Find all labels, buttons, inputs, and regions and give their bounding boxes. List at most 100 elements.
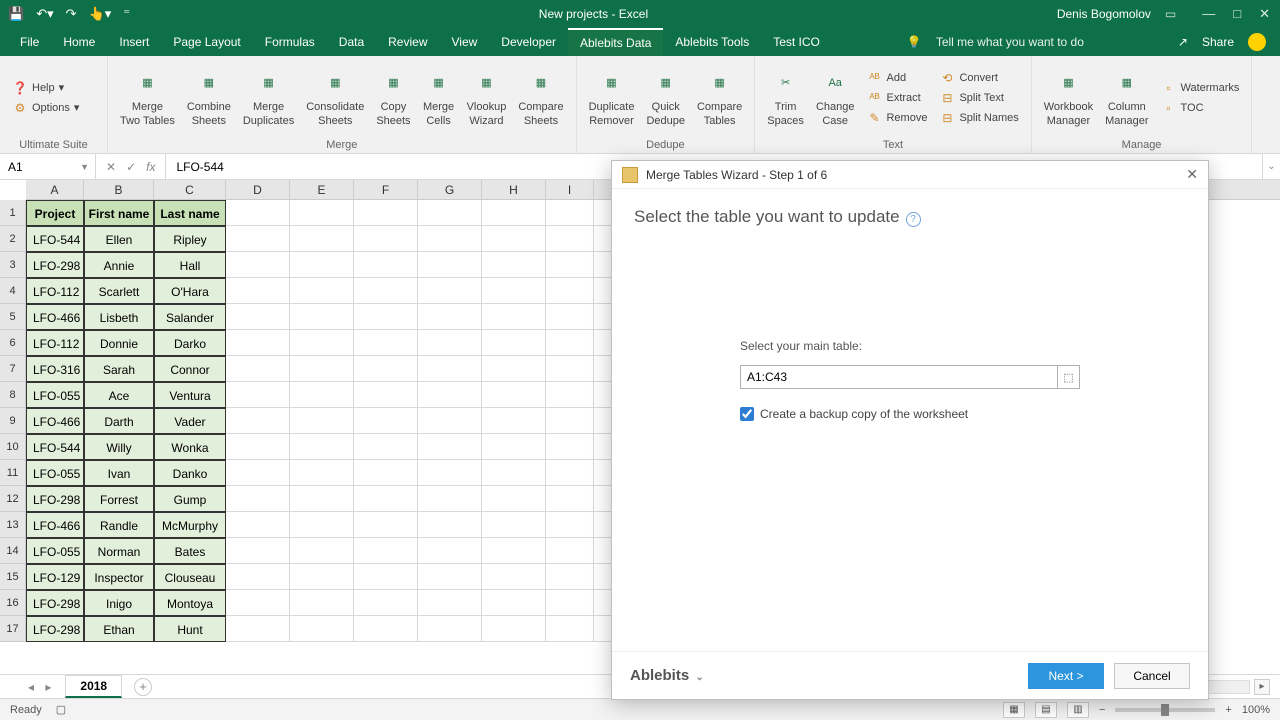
row-header[interactable]: 6 (0, 330, 26, 356)
redo-icon[interactable]: ↷ (66, 6, 77, 22)
row-header[interactable]: 14 (0, 538, 26, 564)
zoom-out-button[interactable]: − (1099, 704, 1105, 716)
cell[interactable]: Forrest (84, 486, 154, 512)
cell-empty[interactable] (226, 382, 290, 408)
cell-empty[interactable] (418, 304, 482, 330)
main-table-range-input[interactable] (740, 365, 1058, 389)
cell-empty[interactable] (546, 226, 594, 252)
cell-empty[interactable] (482, 226, 546, 252)
zoom-in-button[interactable]: + (1225, 704, 1231, 716)
cell[interactable]: Norman (84, 538, 154, 564)
column-header-B[interactable]: B (84, 180, 154, 199)
cell[interactable]: Willy (84, 434, 154, 460)
row-header[interactable]: 16 (0, 590, 26, 616)
touch-mode-icon[interactable]: 👆▾ (89, 6, 112, 22)
cell-empty[interactable] (226, 278, 290, 304)
consolidate-button[interactable]: ▦Consolidate Sheets (300, 65, 370, 129)
cell[interactable]: Montoya (154, 590, 226, 616)
cell-empty[interactable] (226, 512, 290, 538)
cell[interactable]: LFO-544 (26, 226, 84, 252)
cell-empty[interactable] (482, 486, 546, 512)
cell-empty[interactable] (418, 564, 482, 590)
tab-formulas[interactable]: Formulas (253, 28, 327, 56)
cell-empty[interactable] (226, 304, 290, 330)
cell[interactable]: Wonka (154, 434, 226, 460)
cell[interactable]: Scarlett (84, 278, 154, 304)
cell[interactable]: LFO-466 (26, 304, 84, 330)
cell-empty[interactable] (418, 486, 482, 512)
cell[interactable]: LFO-112 (26, 278, 84, 304)
cell-empty[interactable] (354, 564, 418, 590)
cell-empty[interactable] (354, 356, 418, 382)
enter-formula-icon[interactable]: ✓ (126, 160, 136, 174)
cell-empty[interactable] (226, 564, 290, 590)
cell-empty[interactable] (290, 434, 354, 460)
vlookup-button[interactable]: ▦Vlookup Wizard (461, 65, 513, 129)
cell-empty[interactable] (290, 460, 354, 486)
add-button[interactable]: ᴬᴮAdd (866, 70, 927, 86)
cell-empty[interactable] (354, 304, 418, 330)
cell[interactable]: LFO-544 (26, 434, 84, 460)
column-header-G[interactable]: G (418, 180, 482, 199)
quick-button[interactable]: ▦Quick Dedupe (640, 65, 691, 129)
cell-empty[interactable] (418, 226, 482, 252)
range-picker-icon[interactable]: ⬚ (1058, 365, 1080, 389)
cell-empty[interactable] (418, 278, 482, 304)
cell[interactable]: Salander (154, 304, 226, 330)
tab-test-ico[interactable]: Test ICO (761, 28, 832, 56)
combine-button[interactable]: ▦Combine Sheets (181, 65, 237, 129)
cell[interactable]: LFO-466 (26, 512, 84, 538)
cell[interactable]: Randle (84, 512, 154, 538)
minimize-icon[interactable]: — (1202, 6, 1215, 22)
cell-empty[interactable] (354, 408, 418, 434)
cell-empty[interactable] (226, 616, 290, 642)
tab-data[interactable]: Data (327, 28, 376, 56)
cell-empty[interactable] (290, 330, 354, 356)
cell-empty[interactable] (482, 564, 546, 590)
ablebits-brand[interactable]: Ablebits ⌄ (630, 667, 704, 684)
row-header[interactable]: 15 (0, 564, 26, 590)
cell-empty[interactable] (482, 304, 546, 330)
cell-empty[interactable] (290, 252, 354, 278)
column-header-F[interactable]: F (354, 180, 418, 199)
backup-checkbox[interactable]: Create a backup copy of the worksheet (740, 407, 1186, 421)
cell-empty[interactable] (482, 278, 546, 304)
user-name[interactable]: Denis Bogomolov (1057, 7, 1151, 21)
duplicate-button[interactable]: ▦Duplicate Remover (583, 65, 641, 129)
dialog-close-icon[interactable]: ✕ (1186, 166, 1198, 183)
remove-button[interactable]: ✎Remove (866, 110, 927, 126)
cell-empty[interactable] (546, 616, 594, 642)
cell[interactable]: Gump (154, 486, 226, 512)
cell-empty[interactable] (354, 512, 418, 538)
cell-empty[interactable] (354, 278, 418, 304)
cell[interactable]: LFO-298 (26, 616, 84, 642)
row-header[interactable]: 12 (0, 486, 26, 512)
tab-home[interactable]: Home (51, 28, 107, 56)
cell-empty[interactable] (290, 486, 354, 512)
cell-empty[interactable] (290, 564, 354, 590)
convert-button[interactable]: ⟲Convert (939, 70, 1018, 86)
cell-empty[interactable] (482, 382, 546, 408)
cell-empty[interactable] (546, 460, 594, 486)
cell-empty[interactable] (546, 200, 594, 226)
cell[interactable]: Connor (154, 356, 226, 382)
view-page-layout-icon[interactable]: ▤ (1035, 702, 1057, 718)
cell-empty[interactable] (354, 382, 418, 408)
cell-empty[interactable] (290, 226, 354, 252)
cell-empty[interactable] (290, 278, 354, 304)
column-header-A[interactable]: A (26, 180, 84, 199)
row-header[interactable]: 9 (0, 408, 26, 434)
cell-empty[interactable] (482, 330, 546, 356)
tab-ablebits-data[interactable]: Ablebits Data (568, 28, 663, 56)
cell-empty[interactable] (482, 356, 546, 382)
cell[interactable]: Ripley (154, 226, 226, 252)
expand-formula-icon[interactable]: ⌄ (1262, 154, 1280, 179)
account-icon[interactable]: ▭ (1165, 7, 1176, 21)
cell-empty[interactable] (418, 382, 482, 408)
cell-empty[interactable] (482, 512, 546, 538)
cell-empty[interactable] (226, 200, 290, 226)
options-button[interactable]: ⚙Options ▾ (12, 100, 79, 116)
cell-empty[interactable] (418, 252, 482, 278)
cell[interactable]: Ventura (154, 382, 226, 408)
cell[interactable]: Inigo (84, 590, 154, 616)
